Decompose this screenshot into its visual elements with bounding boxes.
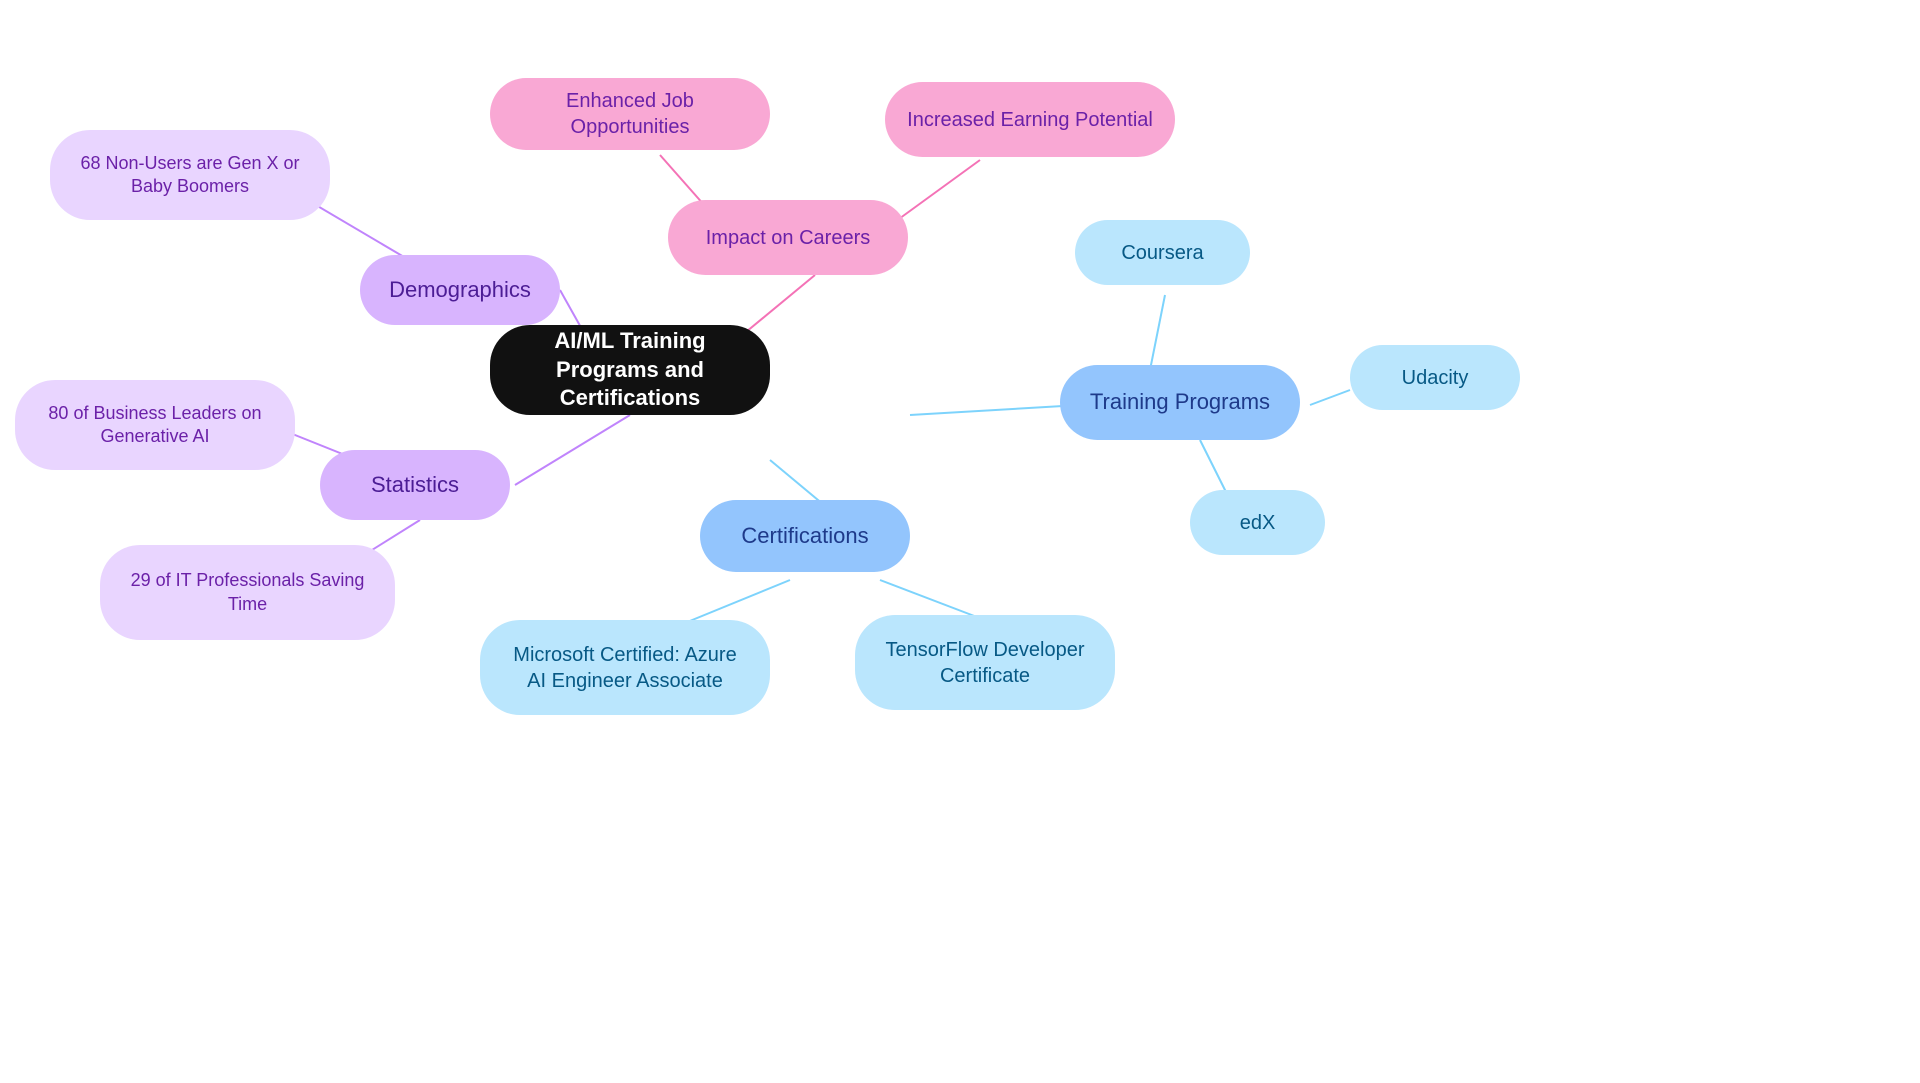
tensorflow-cert-node[interactable]: TensorFlow Developer Certificate [855,615,1115,710]
edx-node[interactable]: edX [1190,490,1325,555]
tensorflow-cert-label: TensorFlow Developer Certificate [877,637,1093,689]
demographics-label: Demographics [389,276,531,305]
it-professionals-label: 29 of IT Professionals Saving Time [122,569,373,616]
edx-label: edX [1240,510,1276,536]
training-programs-node[interactable]: Training Programs [1060,365,1300,440]
certifications-label: Certifications [741,522,868,551]
demographics-node[interactable]: Demographics [360,255,560,325]
gen-x-label: 68 Non-Users are Gen X or Baby Boomers [72,152,308,199]
training-programs-label: Training Programs [1090,388,1270,417]
udacity-label: Udacity [1402,365,1469,391]
increased-earning-label: Increased Earning Potential [907,107,1153,133]
gen-x-node[interactable]: 68 Non-Users are Gen X or Baby Boomers [50,130,330,220]
business-leaders-node[interactable]: 80 of Business Leaders on Generative AI [15,380,295,470]
certifications-node[interactable]: Certifications [700,500,910,572]
impact-careers-label: Impact on Careers [706,225,871,251]
enhanced-jobs-node[interactable]: Enhanced Job Opportunities [490,78,770,150]
it-professionals-node[interactable]: 29 of IT Professionals Saving Time [100,545,395,640]
coursera-node[interactable]: Coursera [1075,220,1250,285]
increased-earning-node[interactable]: Increased Earning Potential [885,82,1175,157]
center-label: AI/ML Training Programs and Certificatio… [512,327,748,413]
statistics-node[interactable]: Statistics [320,450,510,520]
azure-cert-node[interactable]: Microsoft Certified: Azure AI Engineer A… [480,620,770,715]
business-leaders-label: 80 of Business Leaders on Generative AI [37,402,273,449]
statistics-label: Statistics [371,471,459,500]
coursera-label: Coursera [1121,240,1203,266]
enhanced-jobs-label: Enhanced Job Opportunities [512,88,748,140]
impact-careers-node[interactable]: Impact on Careers [668,200,908,275]
azure-cert-label: Microsoft Certified: Azure AI Engineer A… [502,642,748,694]
center-node: AI/ML Training Programs and Certificatio… [490,325,770,415]
udacity-node[interactable]: Udacity [1350,345,1520,410]
